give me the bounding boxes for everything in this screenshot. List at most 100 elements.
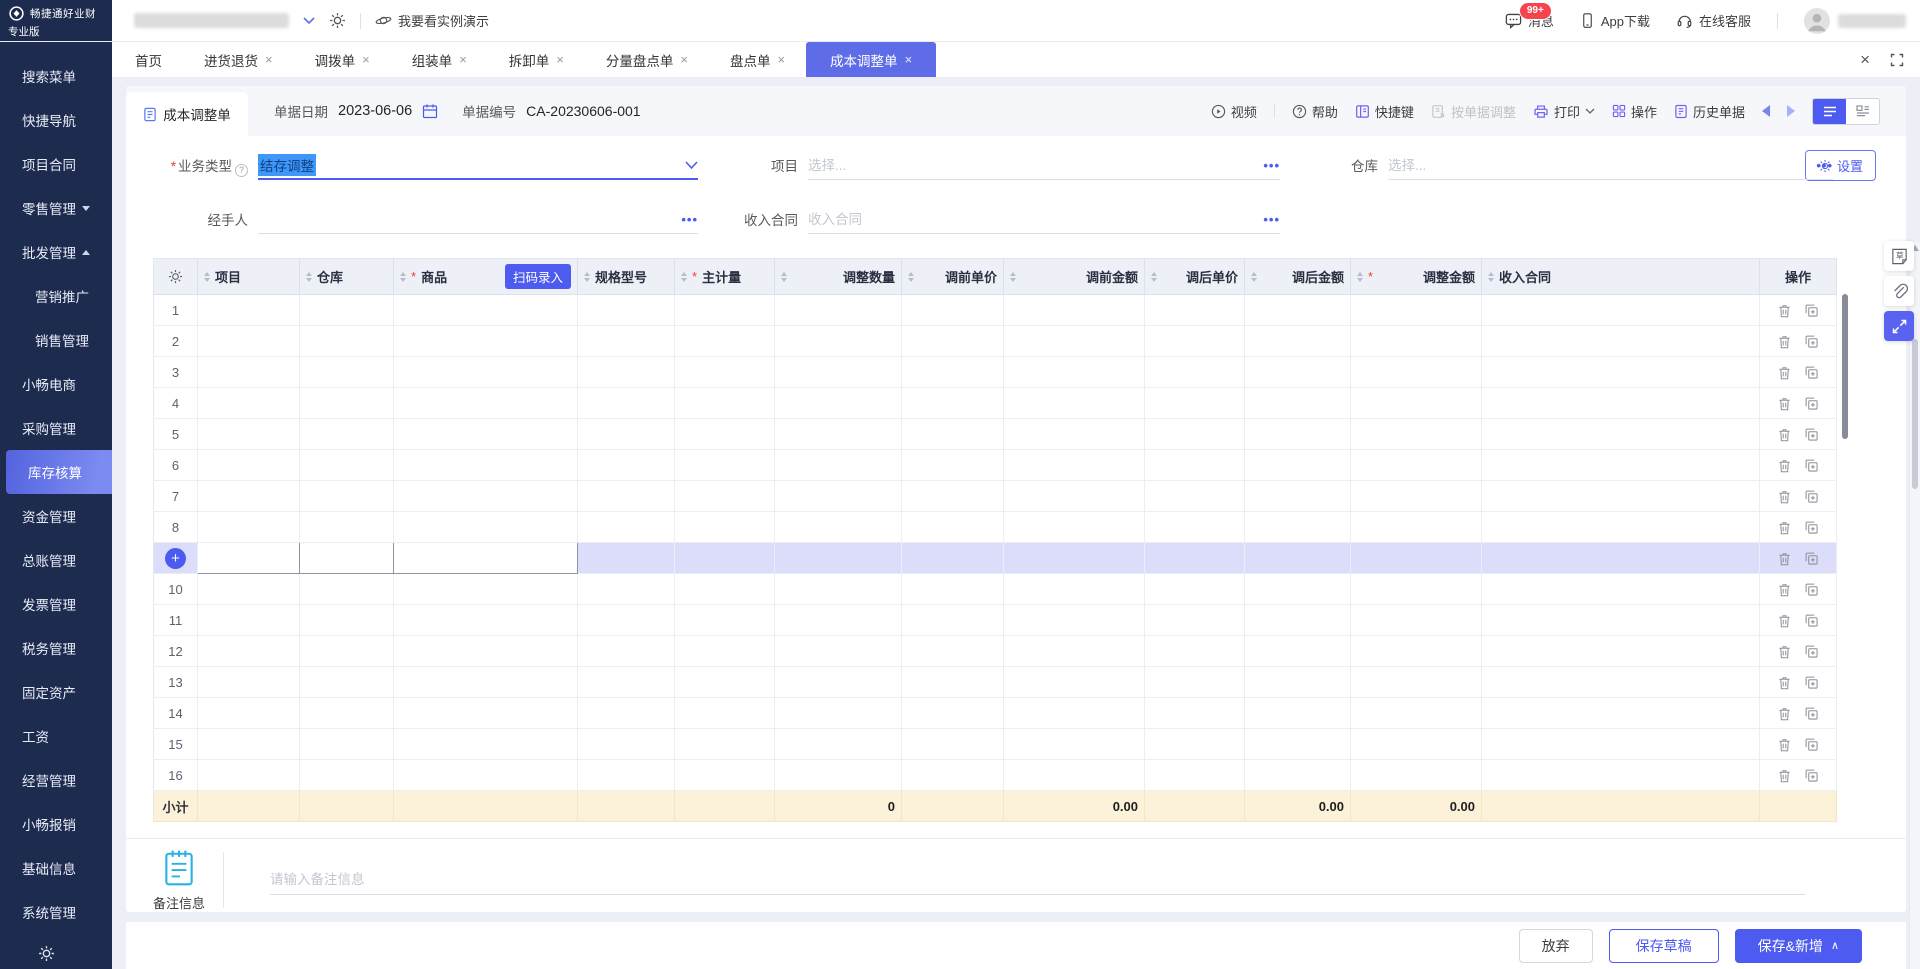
cell-project[interactable]: [197, 759, 300, 791]
cell-amount_before[interactable]: [1003, 418, 1145, 450]
sidebar-item-marketing-promo[interactable]: 营销推广: [0, 274, 112, 318]
income-contract-picker-ellipsis[interactable]: •••: [1263, 212, 1280, 227]
calendar-icon[interactable]: [422, 103, 438, 119]
cell-price_before[interactable]: [901, 294, 1004, 326]
cell-spec[interactable]: [577, 418, 675, 450]
user-account[interactable]: [1804, 7, 1906, 34]
cell-unit[interactable]: [674, 418, 775, 450]
cell-amount_before[interactable]: [1003, 356, 1145, 388]
operations-button[interactable]: 操作: [1612, 102, 1657, 121]
attachment-paperclip-icon[interactable]: [1884, 276, 1914, 306]
company-chevron-down-icon[interactable]: [303, 16, 315, 25]
cell-adjust_amount[interactable]: [1350, 635, 1482, 667]
hotkey-button[interactable]: 快捷键: [1355, 102, 1414, 121]
sidebar-item-general-ledger[interactable]: 总账管理: [0, 538, 112, 582]
cell-qty[interactable]: [774, 325, 902, 357]
copy-row-icon[interactable]: [1805, 676, 1818, 689]
cell-price_after[interactable]: [1144, 480, 1245, 512]
sidebar-item-sales-mgmt[interactable]: 销售管理: [0, 318, 112, 362]
cell-adjust_amount[interactable]: [1350, 697, 1482, 729]
cell-warehouse[interactable]: [299, 728, 394, 760]
cell-warehouse[interactable]: [299, 325, 394, 357]
cell-price_before[interactable]: [901, 542, 1004, 574]
cell-project[interactable]: [197, 573, 300, 605]
cell-spec[interactable]: [577, 480, 675, 512]
cell-qty[interactable]: [774, 449, 902, 481]
tab-close-icon[interactable]: ×: [362, 52, 370, 67]
delete-row-icon[interactable]: [1778, 366, 1791, 380]
help-button[interactable]: 帮助: [1292, 102, 1338, 121]
cell-qty[interactable]: [774, 573, 902, 605]
fullscreen-icon[interactable]: [1890, 53, 1904, 67]
cell-amount_after[interactable]: [1244, 356, 1351, 388]
cell-contract[interactable]: [1481, 387, 1760, 419]
cell-unit[interactable]: [674, 294, 775, 326]
cell-price_before[interactable]: [901, 449, 1004, 481]
sidebar-item-business-mgmt[interactable]: 经营管理: [0, 758, 112, 802]
cell-unit[interactable]: [674, 325, 775, 357]
cell-price_before[interactable]: [901, 418, 1004, 450]
cell-adjust_amount[interactable]: [1350, 325, 1482, 357]
sidebar-item-basic-info[interactable]: 基础信息: [0, 846, 112, 890]
save-and-new-button[interactable]: 保存&新增 ∧: [1734, 928, 1862, 963]
sort-arrows-icon[interactable]: [781, 271, 787, 282]
copy-row-icon[interactable]: [1805, 459, 1818, 472]
sidebar-item-purchase-mgmt[interactable]: 采购管理: [0, 406, 112, 450]
sort-arrows-icon[interactable]: [204, 271, 210, 282]
cell-adjust_amount[interactable]: [1350, 728, 1482, 760]
cell-warehouse[interactable]: [299, 511, 394, 543]
cell-goods[interactable]: [393, 697, 578, 729]
company-settings-gear-icon[interactable]: [329, 12, 346, 29]
cell-spec[interactable]: [577, 356, 675, 388]
cell-goods[interactable]: [393, 480, 578, 512]
warehouse-input[interactable]: [1388, 158, 1817, 173]
cell-project[interactable]: [197, 480, 300, 512]
copy-row-icon[interactable]: [1805, 614, 1818, 627]
cell-goods[interactable]: [393, 604, 578, 636]
cell-price_before[interactable]: [901, 728, 1004, 760]
sort-arrows-icon[interactable]: [1488, 271, 1494, 282]
project-input[interactable]: [808, 158, 1264, 173]
cell-price_before[interactable]: [901, 604, 1004, 636]
cell-price_before[interactable]: [901, 387, 1004, 419]
sidebar-settings-gear-icon[interactable]: [38, 945, 55, 962]
cell-unit[interactable]: [674, 728, 775, 760]
table-column-settings-gear-icon[interactable]: [153, 258, 198, 295]
delete-row-icon[interactable]: [1778, 552, 1791, 566]
cell-warehouse[interactable]: [299, 666, 394, 698]
cell-amount_after[interactable]: [1244, 635, 1351, 667]
cell-project[interactable]: [197, 728, 300, 760]
cell-amount_after[interactable]: [1244, 480, 1351, 512]
handler-picker-ellipsis[interactable]: •••: [681, 212, 698, 227]
help-circle-icon[interactable]: ?: [235, 163, 248, 177]
tab-transfer-order[interactable]: 调拨单 ×: [294, 42, 391, 77]
cell-price_after[interactable]: [1144, 356, 1245, 388]
app-download-link[interactable]: App下载: [1580, 11, 1650, 30]
cell-adjust_amount[interactable]: [1350, 449, 1482, 481]
tab-disassembly-order[interactable]: 拆卸单 ×: [488, 42, 585, 77]
column-header-price_before[interactable]: 调前单价: [901, 258, 1004, 295]
copy-row-icon[interactable]: [1805, 707, 1818, 720]
cell-qty[interactable]: [774, 697, 902, 729]
history-docs-button[interactable]: 历史单据: [1674, 102, 1745, 121]
copy-row-icon[interactable]: [1805, 738, 1818, 751]
copy-row-icon[interactable]: [1805, 335, 1818, 348]
warehouse-picker-ellipsis[interactable]: •••: [1816, 158, 1833, 173]
cell-price_before[interactable]: [901, 325, 1004, 357]
cell-amount_after[interactable]: [1244, 573, 1351, 605]
cell-qty[interactable]: [774, 759, 902, 791]
cell-amount_before[interactable]: [1003, 635, 1145, 667]
cell-amount_before[interactable]: [1003, 542, 1145, 574]
sort-arrows-icon[interactable]: [306, 271, 312, 282]
copy-row-icon[interactable]: [1805, 769, 1818, 782]
cell-unit[interactable]: [674, 604, 775, 636]
cell-price_after[interactable]: [1144, 635, 1245, 667]
cell-contract[interactable]: [1481, 604, 1760, 636]
cell-project[interactable]: [197, 604, 300, 636]
cell-spec[interactable]: [577, 604, 675, 636]
cell-price_before[interactable]: [901, 635, 1004, 667]
cell-contract[interactable]: [1481, 449, 1760, 481]
tab-close-icon[interactable]: ×: [680, 52, 688, 67]
cell-project[interactable]: [197, 387, 300, 419]
doc-subtab-cost-adjustment[interactable]: 成本调整单: [126, 92, 248, 136]
